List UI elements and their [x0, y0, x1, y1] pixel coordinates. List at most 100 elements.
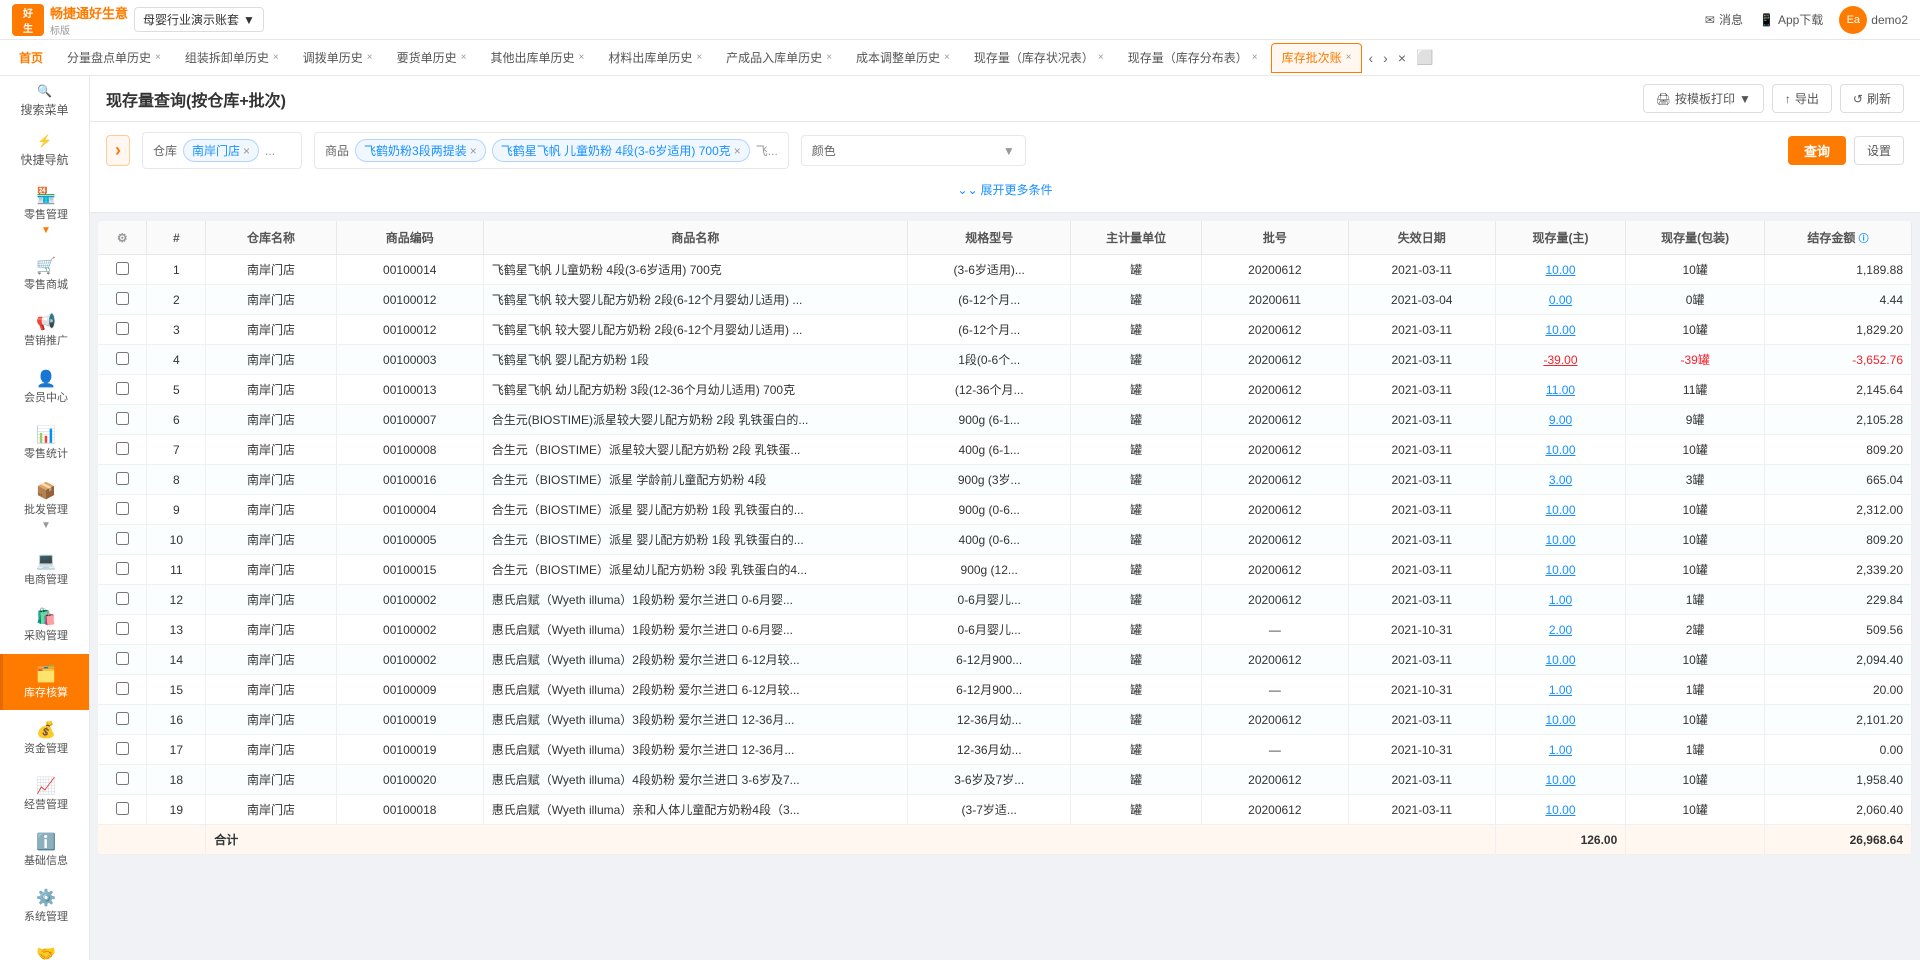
close-icon[interactable]: × — [826, 52, 832, 63]
close-icon[interactable]: × — [944, 52, 950, 63]
row-checkbox[interactable] — [116, 262, 129, 275]
sidebar-item-system[interactable]: ⚙️ 系统管理 — [0, 878, 89, 934]
message-btn[interactable]: ✉ 消息 — [1705, 11, 1743, 28]
sidebar-item-member[interactable]: 👤 会员中心 — [0, 359, 89, 415]
row-stock-main[interactable]: 1.00 — [1495, 585, 1626, 615]
close-icon[interactable]: × — [367, 52, 373, 63]
row-checkbox[interactable] — [116, 742, 129, 755]
tab-stock-dist[interactable]: 现存量（库存分布表） × — [1117, 43, 1269, 73]
row-checkbox[interactable] — [116, 352, 129, 365]
warehouse-tag-close[interactable]: × — [243, 144, 250, 158]
query-btn[interactable]: 查询 — [1788, 136, 1846, 165]
tab-batch-voucher[interactable]: 库存批次账 × — [1271, 43, 1363, 73]
tab-close-btn[interactable]: × — [1394, 50, 1410, 66]
warehouse-more[interactable]: ... — [265, 144, 275, 158]
row-stock-main[interactable]: 10.00 — [1495, 315, 1626, 345]
tab-split-inventory[interactable]: 分量盘点单历史 × — [56, 43, 172, 73]
row-stock-main[interactable]: 9.00 — [1495, 405, 1626, 435]
row-stock-main[interactable]: 0.00 — [1495, 285, 1626, 315]
account-selector[interactable]: 母婴行业演示账套 ▼ — [134, 7, 264, 32]
sidebar-item-basic[interactable]: ℹ️ 基础信息 — [0, 822, 89, 878]
row-stock-main[interactable]: 10.00 — [1495, 555, 1626, 585]
tab-cost-adjust[interactable]: 成本调整单历史 × — [845, 43, 961, 73]
close-icon[interactable]: × — [1346, 52, 1352, 63]
close-icon[interactable]: × — [155, 52, 161, 63]
row-stock-main[interactable]: 10.00 — [1495, 705, 1626, 735]
sidebar-item-ecommerce[interactable]: 💻 电商管理 — [0, 541, 89, 597]
row-checkbox[interactable] — [116, 442, 129, 455]
row-checkbox[interactable] — [116, 322, 129, 335]
row-stock-main[interactable]: 3.00 — [1495, 465, 1626, 495]
tab-next-btn[interactable]: › — [1379, 50, 1392, 66]
sidebar-item-search[interactable]: 🔍 搜索菜单 — [0, 76, 89, 126]
row-checkbox[interactable] — [116, 562, 129, 575]
expand-btn[interactable]: ⌄⌄ 展开更多条件 — [949, 177, 1060, 202]
row-checkbox[interactable] — [116, 502, 129, 515]
row-stock-main[interactable]: 1.00 — [1495, 735, 1626, 765]
sidebar-item-retail-stats[interactable]: 📊 零售统计 — [0, 415, 89, 471]
row-stock-main[interactable]: -39.00 — [1495, 345, 1626, 375]
product-filter[interactable]: 商品 飞鹤奶粉3段两提装 × 飞鹤星飞帆 儿童奶粉 4段(3-6岁适用) 700… — [314, 132, 789, 169]
color-input[interactable] — [842, 144, 997, 158]
row-stock-main[interactable]: 11.00 — [1495, 375, 1626, 405]
row-checkbox[interactable] — [116, 712, 129, 725]
print-btn[interactable]: 🖨 按模板打印 ▼ — [1643, 84, 1764, 113]
sidebar-item-purchase[interactable]: 🛍️ 采购管理 — [0, 597, 89, 653]
sidebar-item-marketing[interactable]: 📢 营销推广 — [0, 302, 89, 358]
row-stock-main[interactable]: 1.00 — [1495, 675, 1626, 705]
row-checkbox[interactable] — [116, 382, 129, 395]
tab-maximize-btn[interactable]: ⬜ — [1412, 49, 1437, 66]
color-dropdown-icon[interactable]: ▼ — [1003, 144, 1015, 158]
sidebar-item-wholesale[interactable]: 📦 批发管理 ▼ — [0, 471, 89, 541]
row-checkbox[interactable] — [116, 472, 129, 485]
product-tag-1[interactable]: 飞鹤奶粉3段两提装 × — [355, 139, 486, 162]
balance-info-icon[interactable]: ⓘ — [1859, 234, 1869, 245]
row-stock-main[interactable]: 10.00 — [1495, 255, 1626, 285]
tab-home[interactable]: 首页 — [8, 43, 54, 73]
sidebar-item-finance[interactable]: 💰 资金管理 — [0, 710, 89, 766]
product-more[interactable]: 飞... — [756, 142, 778, 159]
close-icon[interactable]: × — [1098, 52, 1104, 63]
app-download-btn[interactable]: 📱 App下载 — [1759, 11, 1823, 28]
warehouse-tag[interactable]: 南岸门店 × — [183, 139, 259, 162]
row-stock-main[interactable]: 10.00 — [1495, 435, 1626, 465]
tab-allocation[interactable]: 调拨单历史 × — [292, 43, 384, 73]
export-btn[interactable]: ↑ 导出 — [1772, 84, 1832, 113]
row-stock-main[interactable]: 10.00 — [1495, 495, 1626, 525]
tab-disassemble[interactable]: 组装拆卸单历史 × — [174, 43, 290, 73]
refresh-btn[interactable]: ↺ 刷新 — [1840, 84, 1904, 113]
warehouse-filter[interactable]: 仓库 南岸门店 × ... — [142, 132, 302, 169]
user-area[interactable]: Ea demo2 — [1839, 6, 1908, 34]
row-checkbox[interactable] — [116, 292, 129, 305]
close-icon[interactable]: × — [578, 52, 584, 63]
row-stock-main[interactable]: 10.00 — [1495, 525, 1626, 555]
close-icon[interactable]: × — [461, 52, 467, 63]
close-icon[interactable]: × — [1252, 52, 1258, 63]
product-tag-1-close[interactable]: × — [470, 144, 477, 158]
tab-stock-status[interactable]: 现存量（库存状况表） × — [963, 43, 1115, 73]
row-stock-main[interactable]: 10.00 — [1495, 645, 1626, 675]
row-stock-main[interactable]: 2.00 — [1495, 615, 1626, 645]
sidebar-item-inventory[interactable]: 🗂️ 库存核算 — [0, 654, 89, 710]
tab-material-out[interactable]: 材料出库单历史 × — [597, 43, 713, 73]
row-checkbox[interactable] — [116, 652, 129, 665]
tab-requisition[interactable]: 要货单历史 × — [386, 43, 478, 73]
product-tag-2-close[interactable]: × — [734, 144, 741, 158]
sidebar-item-nav[interactable]: ⚡ 快捷导航 — [0, 126, 89, 176]
row-checkbox[interactable] — [116, 682, 129, 695]
sidebar-item-retail-shop[interactable]: 🛒 零售商城 — [0, 246, 89, 302]
sidebar-item-enterprise[interactable]: 🤝 企业协同 — [0, 934, 89, 960]
close-icon[interactable]: × — [696, 52, 702, 63]
sidebar-item-retail-mgmt[interactable]: 🏪 零售管理 ▼ — [0, 176, 89, 246]
row-checkbox[interactable] — [116, 802, 129, 815]
tab-finished-in[interactable]: 产成品入库单历史 × — [715, 43, 843, 73]
tab-prev-btn[interactable]: ‹ — [1364, 50, 1377, 66]
tab-other-out[interactable]: 其他出库单历史 × — [479, 43, 595, 73]
row-checkbox[interactable] — [116, 592, 129, 605]
sidebar-item-ops[interactable]: 📈 经营管理 — [0, 766, 89, 822]
settings-icon[interactable]: ⚙ — [117, 231, 128, 245]
filter-toggle-btn[interactable]: › — [106, 135, 130, 166]
product-tag-2[interactable]: 飞鹤星飞帆 儿童奶粉 4段(3-6岁适用) 700克 × — [492, 139, 750, 162]
row-checkbox[interactable] — [116, 532, 129, 545]
row-stock-main[interactable]: 10.00 — [1495, 795, 1626, 825]
